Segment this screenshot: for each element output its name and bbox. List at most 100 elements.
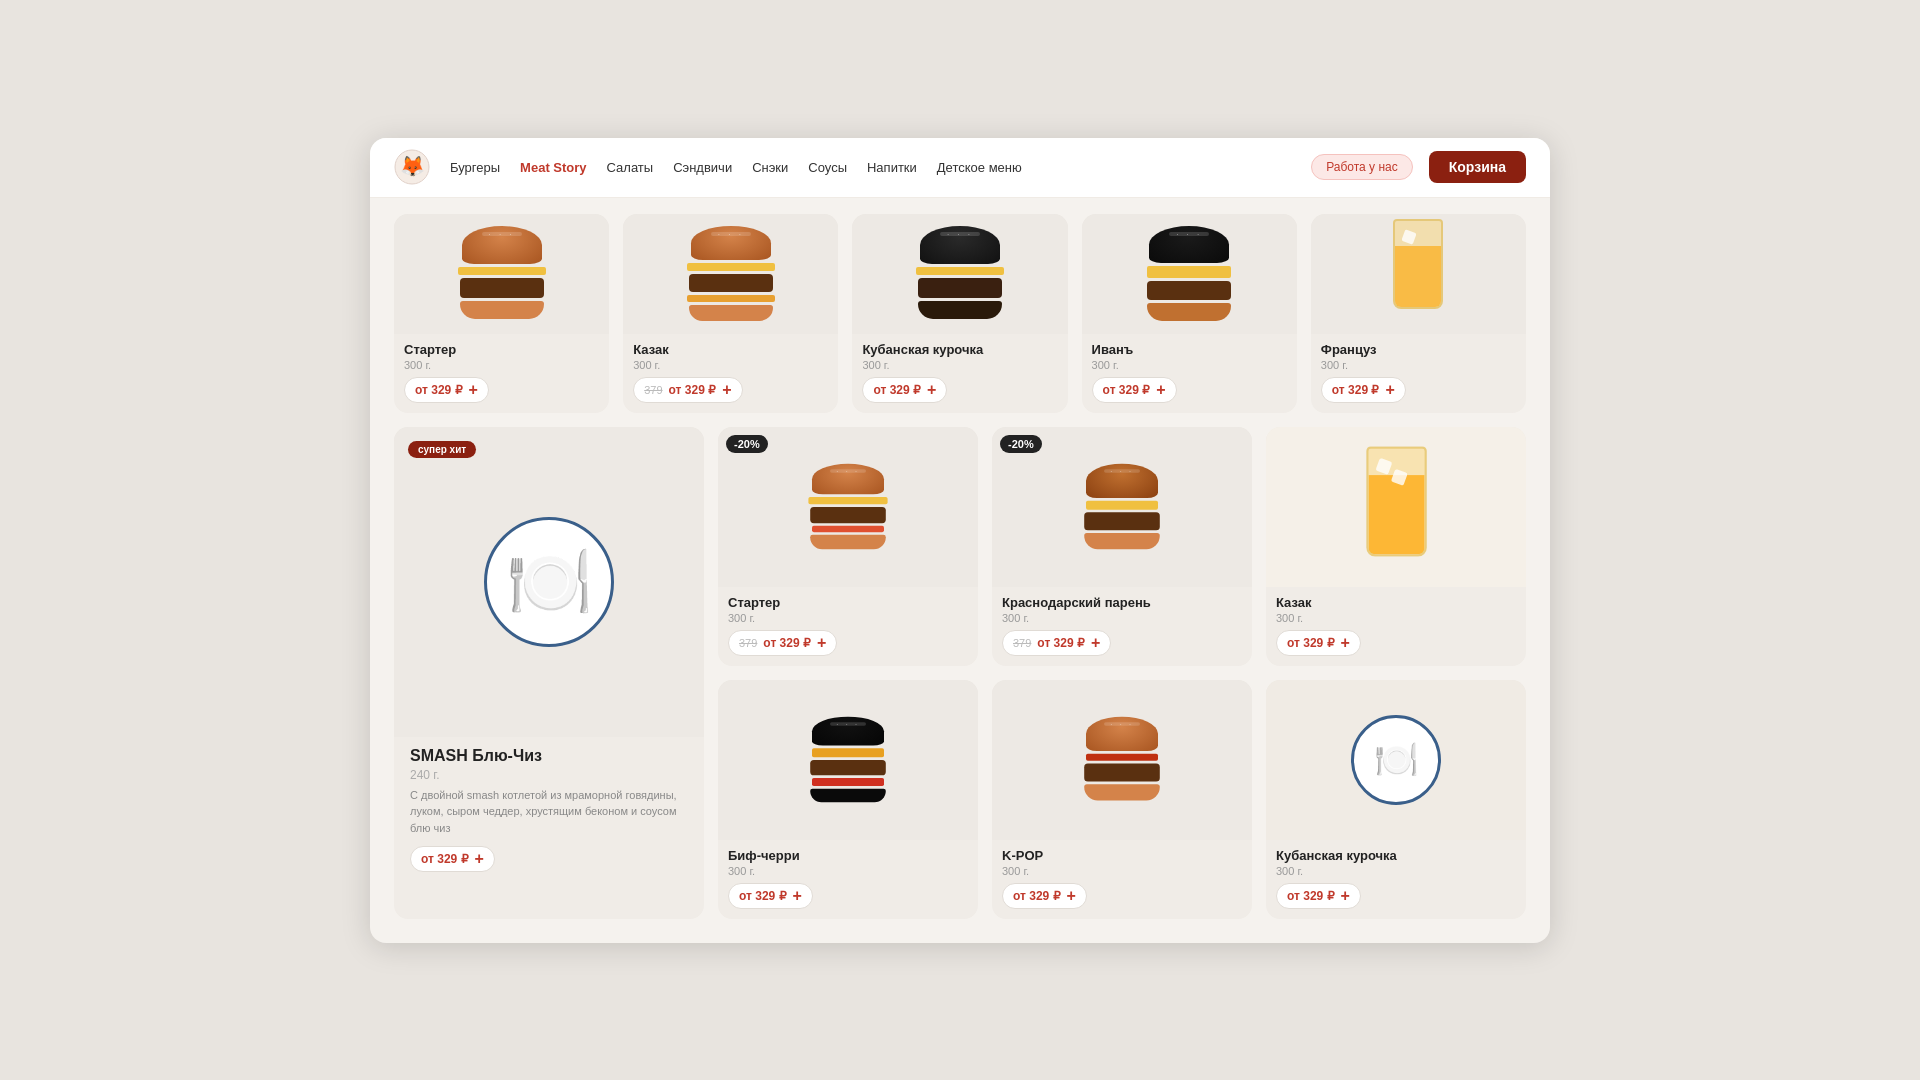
plus-icon: +: [1341, 888, 1350, 904]
card-body: Казак 300 г. от 329 ₽ +: [1266, 587, 1526, 666]
card-weight: 300 г.: [1002, 865, 1242, 877]
plus-icon: +: [1067, 888, 1076, 904]
plus-icon: +: [475, 851, 484, 867]
product-grid: -20% Стартер 300 г: [718, 427, 1526, 919]
middle-section: супер хит 🍽️ SMASH Блю-Чиз 240 г. С двой…: [394, 427, 1526, 919]
featured-add-to-cart[interactable]: от 329 ₽ +: [410, 846, 495, 872]
nav-sauces[interactable]: Соусы: [808, 160, 847, 175]
add-to-cart-button[interactable]: от 329 ₽ +: [862, 377, 947, 403]
plus-icon: +: [722, 382, 731, 398]
grid-card-kazak-drink: Казак 300 г. от 329 ₽ +: [1266, 427, 1526, 666]
card-title: Стартер: [404, 342, 599, 357]
old-price: 379: [644, 384, 662, 396]
plus-icon: +: [817, 635, 826, 651]
card-image: [394, 214, 609, 334]
food-bowl-image: 🍽️: [484, 517, 614, 647]
add-to-cart-button[interactable]: от 329 ₽ +: [1002, 883, 1087, 909]
add-to-cart-button[interactable]: 379 от 329 ₽ +: [1002, 630, 1111, 656]
card-image: [1311, 214, 1526, 334]
card-weight: 300 г.: [728, 865, 968, 877]
plus-icon: +: [927, 382, 936, 398]
card-body: Француз 300 г. от 329 ₽ +: [1311, 334, 1526, 413]
cart-button[interactable]: Корзина: [1429, 151, 1526, 183]
add-to-cart-button[interactable]: 379 от 329 ₽ +: [633, 377, 742, 403]
nav-sandwiches[interactable]: Сэндвичи: [673, 160, 732, 175]
card-image: [623, 214, 838, 334]
plus-icon: +: [1341, 635, 1350, 651]
nav-meat-story[interactable]: Meat Story: [520, 160, 586, 175]
card-title: Иванъ: [1092, 342, 1287, 357]
old-price: 379: [739, 637, 757, 649]
plus-icon: +: [1156, 382, 1165, 398]
featured-image: 🍽️: [394, 427, 704, 737]
price-label: от 329 ₽: [1332, 383, 1380, 397]
logo[interactable]: 🦊: [394, 149, 430, 185]
top-card-kubanskaya: Кубанская курочка 300 г. от 329 ₽ +: [852, 214, 1067, 413]
card-weight: 300 г.: [728, 612, 968, 624]
card-title: Казак: [1276, 595, 1516, 610]
card-title: Краснодарский парень: [1002, 595, 1242, 610]
add-to-cart-button[interactable]: от 329 ₽ +: [1276, 630, 1361, 656]
card-image: 🍽️: [1266, 680, 1526, 840]
price-label: от 329 ₽: [1103, 383, 1151, 397]
featured-title: SMASH Блю-Чиз: [410, 747, 688, 765]
work-button[interactable]: Работа у нас: [1311, 154, 1413, 180]
main-content: Стартер 300 г. от 329 ₽ +: [370, 198, 1550, 943]
card-body: K-POP 300 г. от 329 ₽ +: [992, 840, 1252, 919]
browser-window: 🦊 Бургеры Meat Story Салаты Сэндвичи Снэ…: [370, 138, 1550, 943]
card-weight: 300 г.: [862, 359, 1057, 371]
card-title: Кубанская курочка: [1276, 848, 1516, 863]
price-label: от 329 ₽: [669, 383, 717, 397]
discount-badge: -20%: [1000, 435, 1042, 453]
discount-badge: -20%: [726, 435, 768, 453]
price-label: от 329 ₽: [1037, 636, 1085, 650]
card-title: Биф-черри: [728, 848, 968, 863]
top-card-kazak: Казак 300 г. 379 от 329 ₽ +: [623, 214, 838, 413]
nav-salads[interactable]: Салаты: [607, 160, 654, 175]
card-title: Кубанская курочка: [862, 342, 1057, 357]
price-label: от 329 ₽: [1287, 636, 1335, 650]
card-image: [992, 680, 1252, 840]
card-weight: 300 г.: [1276, 865, 1516, 877]
card-weight: 300 г.: [1002, 612, 1242, 624]
add-to-cart-button[interactable]: от 329 ₽ +: [728, 883, 813, 909]
price-label: от 329 ₽: [873, 383, 921, 397]
card-title: K-POP: [1002, 848, 1242, 863]
add-to-cart-button[interactable]: от 329 ₽ +: [404, 377, 489, 403]
card-body: Иванъ 300 г. от 329 ₽ +: [1082, 334, 1297, 413]
nav-drinks[interactable]: Напитки: [867, 160, 917, 175]
grid-card-starter: -20% Стартер 300 г: [718, 427, 978, 666]
nav-burgers[interactable]: Бургеры: [450, 160, 500, 175]
plus-icon: +: [793, 888, 802, 904]
grid-card-kubanskaya-2: 🍽️ Кубанская курочка 300 г. от 329 ₽ +: [1266, 680, 1526, 919]
card-body: Стартер 300 г. 379 от 329 ₽ +: [718, 587, 978, 666]
nav-kids-menu[interactable]: Детское меню: [937, 160, 1022, 175]
card-body: Стартер 300 г. от 329 ₽ +: [394, 334, 609, 413]
plus-icon: +: [1091, 635, 1100, 651]
old-price: 379: [1013, 637, 1031, 649]
card-title: Стартер: [728, 595, 968, 610]
grid-card-bif-cherry: Биф-черри 300 г. от 329 ₽ +: [718, 680, 978, 919]
add-to-cart-button[interactable]: от 329 ₽ +: [1092, 377, 1177, 403]
card-weight: 300 г.: [1321, 359, 1516, 371]
card-body: Казак 300 г. 379 от 329 ₽ +: [623, 334, 838, 413]
price-label: от 329 ₽: [421, 852, 469, 866]
add-to-cart-button[interactable]: от 329 ₽ +: [1321, 377, 1406, 403]
plus-icon: +: [1385, 382, 1394, 398]
nav-links: Бургеры Meat Story Салаты Сэндвичи Снэки…: [450, 160, 1311, 175]
card-title: Француз: [1321, 342, 1516, 357]
card-weight: 300 г.: [633, 359, 828, 371]
card-weight: 300 г.: [1092, 359, 1287, 371]
card-body: Кубанская курочка 300 г. от 329 ₽ +: [852, 334, 1067, 413]
featured-card: супер хит 🍽️ SMASH Блю-Чиз 240 г. С двой…: [394, 427, 704, 919]
add-to-cart-button[interactable]: от 329 ₽ +: [1276, 883, 1361, 909]
top-product-row: Стартер 300 г. от 329 ₽ +: [394, 214, 1526, 413]
nav-snacks[interactable]: Снэки: [752, 160, 788, 175]
top-card-ivan: Иванъ 300 г. от 329 ₽ +: [1082, 214, 1297, 413]
card-body: Краснодарский парень 300 г. 379 от 329 ₽…: [992, 587, 1252, 666]
grid-card-krasnodar: -20% Краснодарский парень 300 г.: [992, 427, 1252, 666]
grid-row-2: Биф-черри 300 г. от 329 ₽ +: [718, 680, 1526, 919]
svg-text:🦊: 🦊: [400, 154, 425, 178]
add-to-cart-button[interactable]: 379 от 329 ₽ +: [728, 630, 837, 656]
super-hit-badge: супер хит: [408, 441, 476, 458]
